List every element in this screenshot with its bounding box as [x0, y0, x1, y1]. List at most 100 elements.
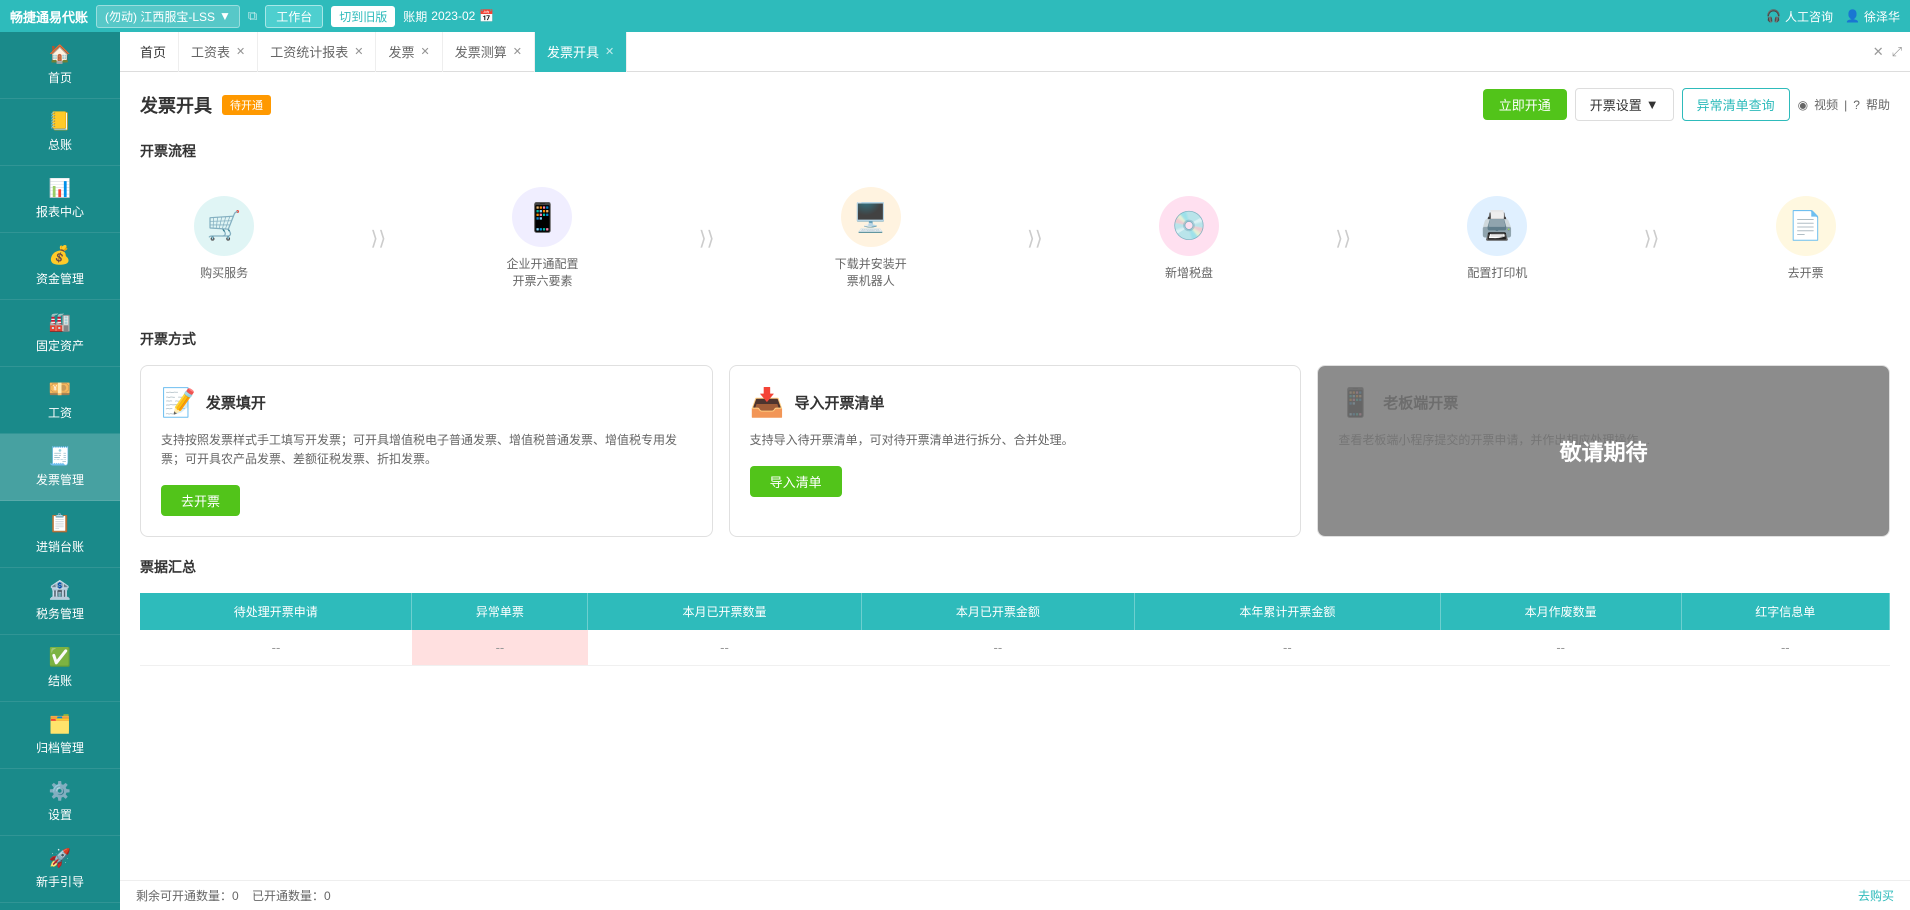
sidebar-item-ledger[interactable]: 📒 总账	[0, 99, 120, 166]
method-header-import-list: 📥 导入开票清单	[750, 386, 1281, 419]
close-tab-icon[interactable]: ✕	[1873, 44, 1884, 60]
stats-section-title: 票据汇总	[140, 557, 1890, 577]
tab-invoice-list-label: 发票	[388, 42, 414, 61]
sidebar: 🏠 首页 📒 总账 📊 报表中心 💰 资金管理 🏭 固定资产 💴 工资 🧾 发票…	[0, 32, 120, 910]
stats-section: 票据汇总 待处理开票申请 异常单票 本月已开票数量 本月已开票金额 本年累计开票…	[140, 557, 1890, 666]
bottom-bar: 剩余可开通数量：0 已开通数量：0 去购买	[120, 880, 1910, 910]
tab-close-payroll-stats[interactable]: ✕	[354, 45, 363, 58]
company-selector[interactable]: (勿动) 江西服宝-LSS ▼	[96, 5, 240, 28]
method-btn-manual-fill[interactable]: 去开票	[161, 485, 240, 516]
sidebar-label-archive: 归档管理	[36, 739, 84, 756]
sidebar-item-assets[interactable]: 🏭 固定资产	[0, 300, 120, 367]
settlement-icon: ✅	[49, 647, 71, 668]
tab-home-label: 首页	[140, 42, 166, 61]
main-layout: 🏠 首页 📒 总账 📊 报表中心 💰 资金管理 🏭 固定资产 💴 工资 🧾 发票…	[0, 32, 1910, 910]
arrow-2: ⟩⟩	[691, 226, 723, 251]
sidebar-label-newguide: 新手引导	[36, 873, 84, 890]
sidebar-item-archive[interactable]: 🗂️ 归档管理	[0, 702, 120, 769]
tab-close-payroll-table[interactable]: ✕	[236, 45, 245, 58]
arrow-4: ⟩⟩	[1327, 226, 1359, 251]
sidebar-item-funds[interactable]: 💰 资金管理	[0, 233, 120, 300]
status-badge: 待开通	[222, 95, 271, 115]
view-label: 视频	[1814, 96, 1838, 113]
open-settings-button[interactable]: 开票设置 ▼	[1575, 88, 1674, 121]
buy-link[interactable]: 去购买	[1858, 887, 1894, 904]
retro-button[interactable]: 切到旧版	[331, 6, 395, 27]
invoice-methods: 📝 发票填开 支持按照发票样式手工填写开发票；可开具增值税电子普通发票、增值税普…	[140, 365, 1890, 537]
tab-invoice-issue-label: 发票开具	[547, 42, 599, 61]
arrow-3: ⟩⟩	[1019, 226, 1051, 251]
sidebar-item-settlement[interactable]: ✅ 结账	[0, 635, 120, 702]
sidebar-label-reports: 报表中心	[36, 203, 84, 220]
page-actions: 立即开通 开票设置 ▼ 异常清单查询 ◉ 视频 | ? 帮助	[1483, 88, 1890, 121]
sidebar-item-settings[interactable]: ⚙️ 设置	[0, 769, 120, 836]
archive-icon: 🗂️	[49, 714, 71, 735]
step-label-download-robot: 下载并安装开票机器人	[831, 255, 911, 289]
tab-payroll-table[interactable]: 工资表 ✕	[179, 32, 258, 72]
tab-payroll-table-label: 工资表	[191, 42, 230, 61]
sidebar-item-newguide[interactable]: 🚀 新手引导	[0, 836, 120, 903]
sidebar-label-home: 首页	[48, 69, 72, 86]
stats-table: 待处理开票申请 异常单票 本月已开票数量 本月已开票金额 本年累计开票金额 本月…	[140, 593, 1890, 666]
process-section-title: 开票流程	[140, 141, 1890, 161]
tab-close-invoice-calc[interactable]: ✕	[513, 45, 522, 58]
method-card-boss-invoice: 📱 老板端开票 查看老板端小程序提交的开票申请，并作出相应处理操作… 敬请期待	[1317, 365, 1890, 537]
process-steps: 🛒 购买服务 ⟩⟩ 📱 企业开通配置开票六要素 ⟩⟩ 🖥️ 下载并安装开票机器人…	[140, 177, 1890, 299]
sidebar-label-invoice: 发票管理	[36, 471, 84, 488]
tax-icon: 🏦	[49, 580, 71, 601]
sidebar-item-payroll[interactable]: 💴 工资	[0, 367, 120, 434]
calendar-icon[interactable]: 📅	[479, 9, 494, 23]
top-bar: 畅捷通易代账 (勿动) 江西服宝-LSS ▼ ⧉ 工作台 切到旧版 账期 202…	[0, 0, 1910, 32]
support-link[interactable]: 🎧 人工咨询	[1766, 8, 1833, 25]
sidebar-item-invoice[interactable]: 🧾 发票管理	[0, 434, 120, 501]
abnormal-query-button[interactable]: 异常清单查询	[1682, 88, 1790, 121]
payroll-icon: 💴	[49, 379, 71, 400]
immediate-open-button[interactable]: 立即开通	[1483, 89, 1567, 120]
sidebar-item-reports[interactable]: 📊 报表中心	[0, 166, 120, 233]
sidebar-item-purchasesales[interactable]: 📋 进销台账	[0, 501, 120, 568]
workspace-button[interactable]: 工作台	[265, 5, 323, 28]
view-icon: ◉	[1798, 98, 1808, 112]
ledger-icon: 📒	[49, 111, 71, 132]
step-config-printer: 🖨️ 配置打印机	[1467, 196, 1527, 281]
method-btn-import-list[interactable]: 导入清单	[750, 466, 842, 497]
content-area: 首页 工资表 ✕ 工资统计报表 ✕ 发票 ✕ 发票测算 ✕ 发票开具 ✕	[120, 32, 1910, 910]
sidebar-item-member[interactable]: 👑 畅会员	[0, 903, 120, 910]
tab-invoice-issue[interactable]: 发票开具 ✕	[535, 32, 627, 72]
step-icon-add-taxdisk: 💿	[1159, 196, 1219, 256]
coming-soon-overlay: 敬请期待	[1318, 366, 1889, 536]
method-title-manual-fill: 发票填开	[206, 392, 266, 413]
tab-home[interactable]: 首页	[128, 32, 179, 72]
assets-icon: 🏭	[49, 312, 71, 333]
newguide-icon: 🚀	[49, 848, 71, 869]
arrow-5: ⟩⟩	[1636, 226, 1668, 251]
invoice-icon: 🧾	[49, 446, 71, 467]
step-issue-invoice: 📄 去开票	[1776, 196, 1836, 281]
col-header-3: 本月已开票金额	[861, 593, 1134, 630]
company-name: (勿动) 江西服宝-LSS	[105, 8, 215, 25]
restore-icon[interactable]: ⤢	[1892, 44, 1902, 60]
method-title-import-list: 导入开票清单	[795, 392, 885, 413]
help-label: 帮助	[1866, 96, 1890, 113]
step-label-config-printer: 配置打印机	[1467, 264, 1527, 281]
tab-invoice-list[interactable]: 发票 ✕	[376, 32, 442, 72]
top-bar-left: 畅捷通易代账 (勿动) 江西服宝-LSS ▼ ⧉ 工作台 切到旧版 账期 202…	[10, 5, 494, 28]
chevron-down-icon: ▼	[219, 9, 231, 23]
tab-close-invoice-list[interactable]: ✕	[421, 45, 430, 58]
tab-payroll-stats[interactable]: 工资统计报表 ✕	[258, 32, 376, 72]
tab-close-invoice-issue[interactable]: ✕	[605, 45, 614, 58]
tab-invoice-calc[interactable]: 发票测算 ✕	[443, 32, 535, 72]
step-icon-buy-service: 🛒	[194, 196, 254, 256]
opened-label: 已开通数量：0	[252, 889, 331, 903]
sidebar-item-tax[interactable]: 🏦 税务管理	[0, 568, 120, 635]
step-label-buy-service: 购买服务	[200, 264, 248, 281]
user-profile[interactable]: 👤 徐泽华	[1845, 8, 1900, 25]
col-header-1: 异常单票	[412, 593, 588, 630]
settings-icon: ⚙️	[49, 781, 71, 802]
step-buy-service: 🛒 购买服务	[194, 196, 254, 281]
reports-icon: 📊	[49, 178, 71, 199]
sidebar-label-assets: 固定资产	[36, 337, 84, 354]
copy-icon[interactable]: ⧉	[248, 8, 257, 24]
sidebar-item-home[interactable]: 🏠 首页	[0, 32, 120, 99]
stats-cell-2: --	[588, 630, 861, 666]
